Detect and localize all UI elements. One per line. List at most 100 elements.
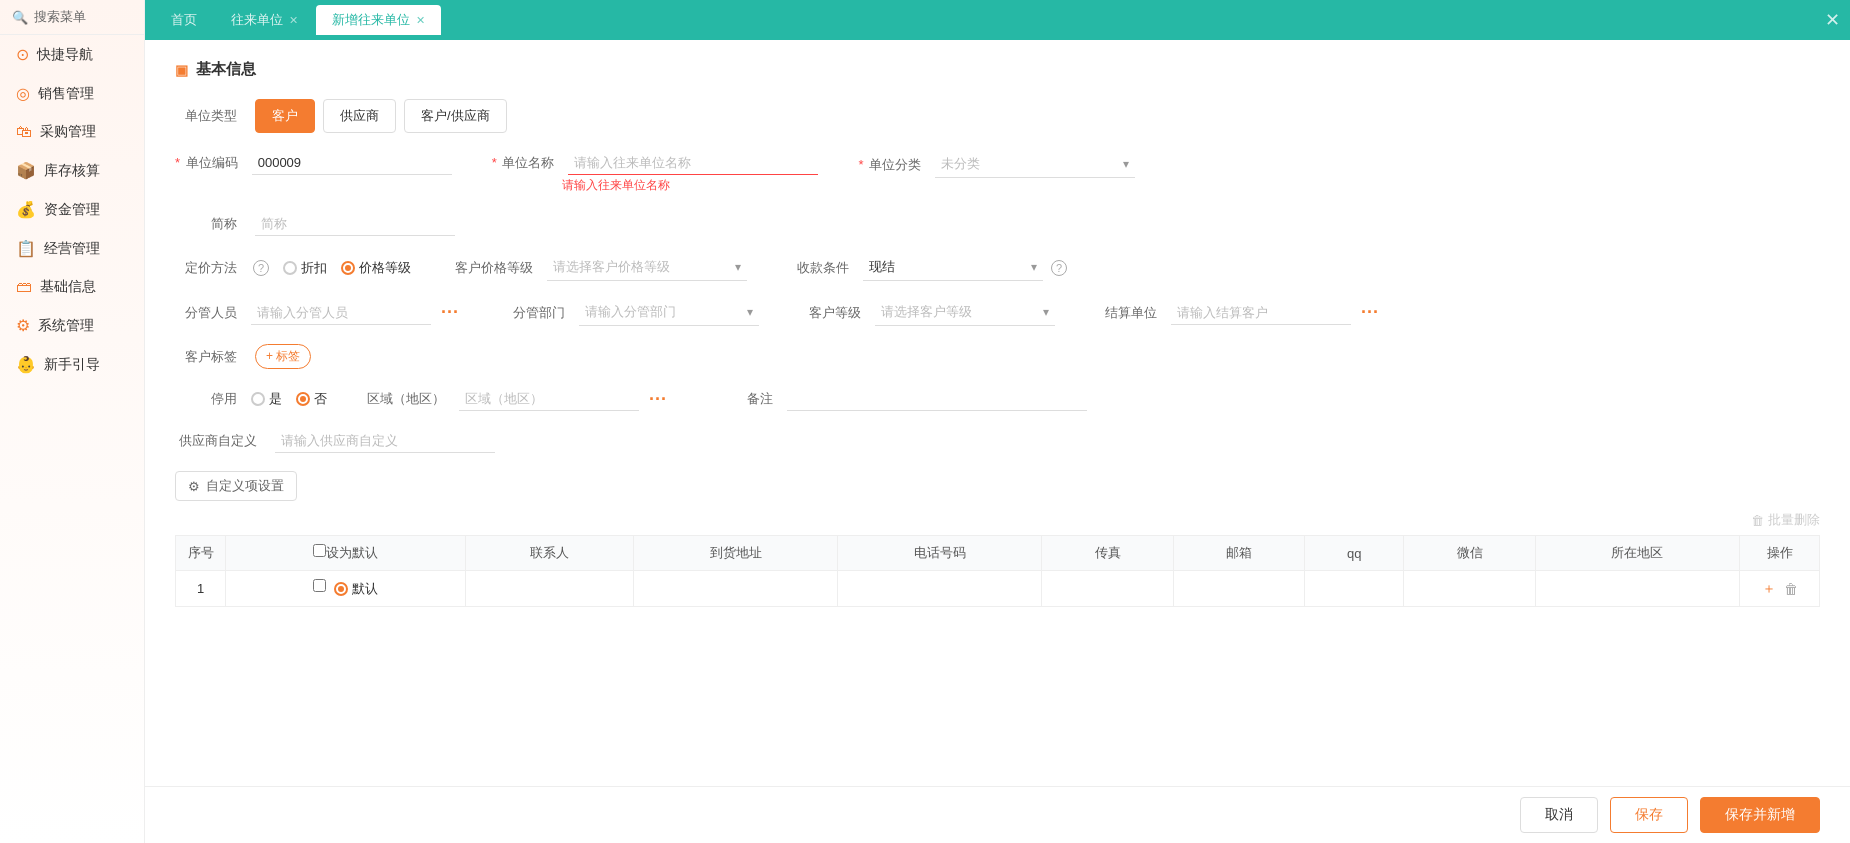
tab-bar: 首页 往来单位 ✕ 新增往来单位 ✕ ✕ [145, 0, 1850, 40]
remarks-input[interactable] [787, 387, 1087, 411]
pricing-row: 定价方法 ? 折扣 价格等级 客户价格等级 请 [175, 254, 1820, 281]
manager-more-btn[interactable]: ··· [437, 302, 463, 323]
col-default: 设为默认 [226, 536, 466, 571]
radio-yes-circle [251, 392, 265, 406]
customer-tag-row: 客户标签 + 标签 [175, 344, 1820, 369]
remarks-label: 备注 [711, 390, 781, 408]
row-default-radio[interactable]: 默认 [334, 580, 378, 598]
customer-level-select[interactable]: 请选择客户等级 ▾ [875, 299, 1055, 326]
unit-type-label: 单位类型 [175, 107, 245, 125]
row-qq [1305, 571, 1404, 607]
required-star: * [175, 155, 180, 170]
department-select[interactable]: 请输入分管部门 ▾ [579, 299, 759, 326]
add-row-icon[interactable]: ＋ [1762, 580, 1776, 598]
customer-price-level-select[interactable]: 请选择客户价格等级 ▾ [547, 254, 747, 281]
radio-yes[interactable]: 是 [251, 390, 282, 408]
save-button[interactable]: 保存 [1610, 797, 1688, 833]
manager-row: 分管人员 ··· 分管部门 请输入分管部门 ▾ 客户等级 请选择客户等级 ▾ [175, 299, 1820, 326]
department-label: 分管部门 [503, 304, 573, 322]
manager-input[interactable] [251, 301, 431, 325]
region-input[interactable] [459, 387, 639, 411]
unit-category-select[interactable]: 未分类 ▾ [935, 151, 1135, 178]
tab-new-trading-unit[interactable]: 新增往来单位 ✕ [316, 5, 441, 35]
tab-new-trading-unit-label: 新增往来单位 [332, 11, 410, 29]
abbr-label: 简称 [175, 215, 245, 233]
btn-supplier[interactable]: 供应商 [323, 99, 396, 133]
col-fax: 传真 [1042, 536, 1173, 571]
customer-level-field: 客户等级 请选择客户等级 ▾ [799, 299, 1055, 326]
sidebar-item-inventory[interactable]: 📦 库存核算 [0, 151, 144, 190]
sidebar-item-system[interactable]: ⚙ 系统管理 [0, 306, 144, 345]
settlement-unit-label: 结算单位 [1095, 304, 1165, 322]
add-tag-button[interactable]: + 标签 [255, 344, 311, 369]
select-all-checkbox[interactable] [313, 544, 326, 557]
save-new-button[interactable]: 保存并新增 [1700, 797, 1820, 833]
col-wechat: 微信 [1404, 536, 1535, 571]
sidebar-item-basic-info[interactable]: 🗃 基础信息 [0, 268, 144, 306]
row-email [1173, 571, 1304, 607]
settlement-more-btn[interactable]: ··· [1357, 302, 1383, 323]
finance-icon: 💰 [16, 200, 36, 219]
radio-price-level-label: 价格等级 [359, 259, 411, 277]
radio-no[interactable]: 否 [296, 390, 327, 408]
sidebar-item-label: 销售管理 [38, 85, 94, 103]
unit-name-input[interactable] [568, 151, 818, 175]
sidebar-item-quick-nav[interactable]: ⊙ 快捷导航 [0, 35, 144, 74]
abbr-row: 简称 [175, 212, 1820, 236]
tab-home[interactable]: 首页 [155, 5, 213, 35]
newbie-icon: 👶 [16, 355, 36, 374]
custom-settings-button[interactable]: ⚙ 自定义项设置 [175, 471, 297, 501]
chevron-down-icon-dept: ▾ [747, 305, 753, 319]
tab-trading-unit[interactable]: 往来单位 ✕ [215, 5, 314, 35]
radio-discount[interactable]: 折扣 [283, 259, 327, 277]
supplier-custom-input[interactable] [275, 429, 495, 453]
sidebar-item-sales[interactable]: ◎ 销售管理 [0, 74, 144, 113]
col-action: 操作 [1740, 536, 1820, 571]
batch-delete-label[interactable]: 批量删除 [1768, 511, 1820, 529]
disabled-label: 停用 [175, 390, 245, 408]
row-checkbox[interactable] [313, 579, 326, 592]
window-close-button[interactable]: ✕ [1825, 9, 1840, 31]
pricing-help-icon[interactable]: ? [253, 260, 269, 276]
col-index: 序号 [176, 536, 226, 571]
inventory-icon: 📦 [16, 161, 36, 180]
unit-category-field: * 单位分类 未分类 ▾ [858, 151, 1135, 178]
radio-price-level[interactable]: 价格等级 [341, 259, 411, 277]
btn-both[interactable]: 客户/供应商 [404, 99, 507, 133]
sidebar-search[interactable]: 🔍 搜索菜单 [0, 0, 144, 35]
row-action: ＋ 🗑 [1740, 571, 1820, 607]
quick-nav-icon: ⊙ [16, 45, 29, 64]
sidebar: 🔍 搜索菜单 ⊙ 快捷导航 ◎ 销售管理 🛍 采购管理 📦 库存核算 💰 资金管… [0, 0, 145, 843]
delete-icon: 🗑 [1751, 513, 1764, 528]
col-address: 到货地址 [634, 536, 838, 571]
contact-table: 序号 设为默认 联系人 到货地址 电话号码 传真 邮箱 qq 微信 所在地区 操… [175, 535, 1820, 607]
pricing-method-field: 定价方法 ? 折扣 价格等级 [175, 259, 411, 277]
cancel-button[interactable]: 取消 [1520, 797, 1598, 833]
sidebar-item-operations[interactable]: 📋 经营管理 [0, 229, 144, 268]
sidebar-item-finance[interactable]: 💰 资金管理 [0, 190, 144, 229]
delete-row-icon[interactable]: 🗑 [1784, 581, 1798, 597]
payment-help-icon[interactable]: ? [1051, 260, 1067, 276]
pricing-label: 定价方法 [175, 259, 245, 277]
main-content: 首页 往来单位 ✕ 新增往来单位 ✕ ✕ ▣ 基本信息 单位类型 客户 供应商 … [145, 0, 1850, 843]
sidebar-item-label: 采购管理 [40, 123, 96, 141]
row-default: 默认 [226, 571, 466, 607]
basic-info-icon: 🗃 [16, 278, 32, 296]
payment-terms-field: 收款条件 现结 ▾ ? [787, 254, 1067, 281]
search-icon: 🔍 [12, 10, 28, 25]
sidebar-item-newbie[interactable]: 👶 新手引导 [0, 345, 144, 384]
btn-customer[interactable]: 客户 [255, 99, 315, 133]
tab-trading-unit-close[interactable]: ✕ [289, 14, 298, 27]
region-more-btn[interactable]: ··· [645, 389, 671, 410]
unit-code-input[interactable] [252, 151, 452, 175]
payment-terms-select[interactable]: 现结 ▾ [863, 254, 1043, 281]
sidebar-item-purchase[interactable]: 🛍 采购管理 [0, 113, 144, 151]
row-wechat [1404, 571, 1535, 607]
tab-new-trading-unit-close[interactable]: ✕ [416, 14, 425, 27]
settlement-unit-input[interactable] [1171, 301, 1351, 325]
pricing-radio-group: 折扣 价格等级 [283, 259, 411, 277]
form-area: ▣ 基本信息 单位类型 客户 供应商 客户/供应商 * 单位编码 [145, 40, 1850, 786]
operations-icon: 📋 [16, 239, 36, 258]
purchase-icon: 🛍 [16, 123, 32, 141]
abbr-input[interactable] [255, 212, 455, 236]
